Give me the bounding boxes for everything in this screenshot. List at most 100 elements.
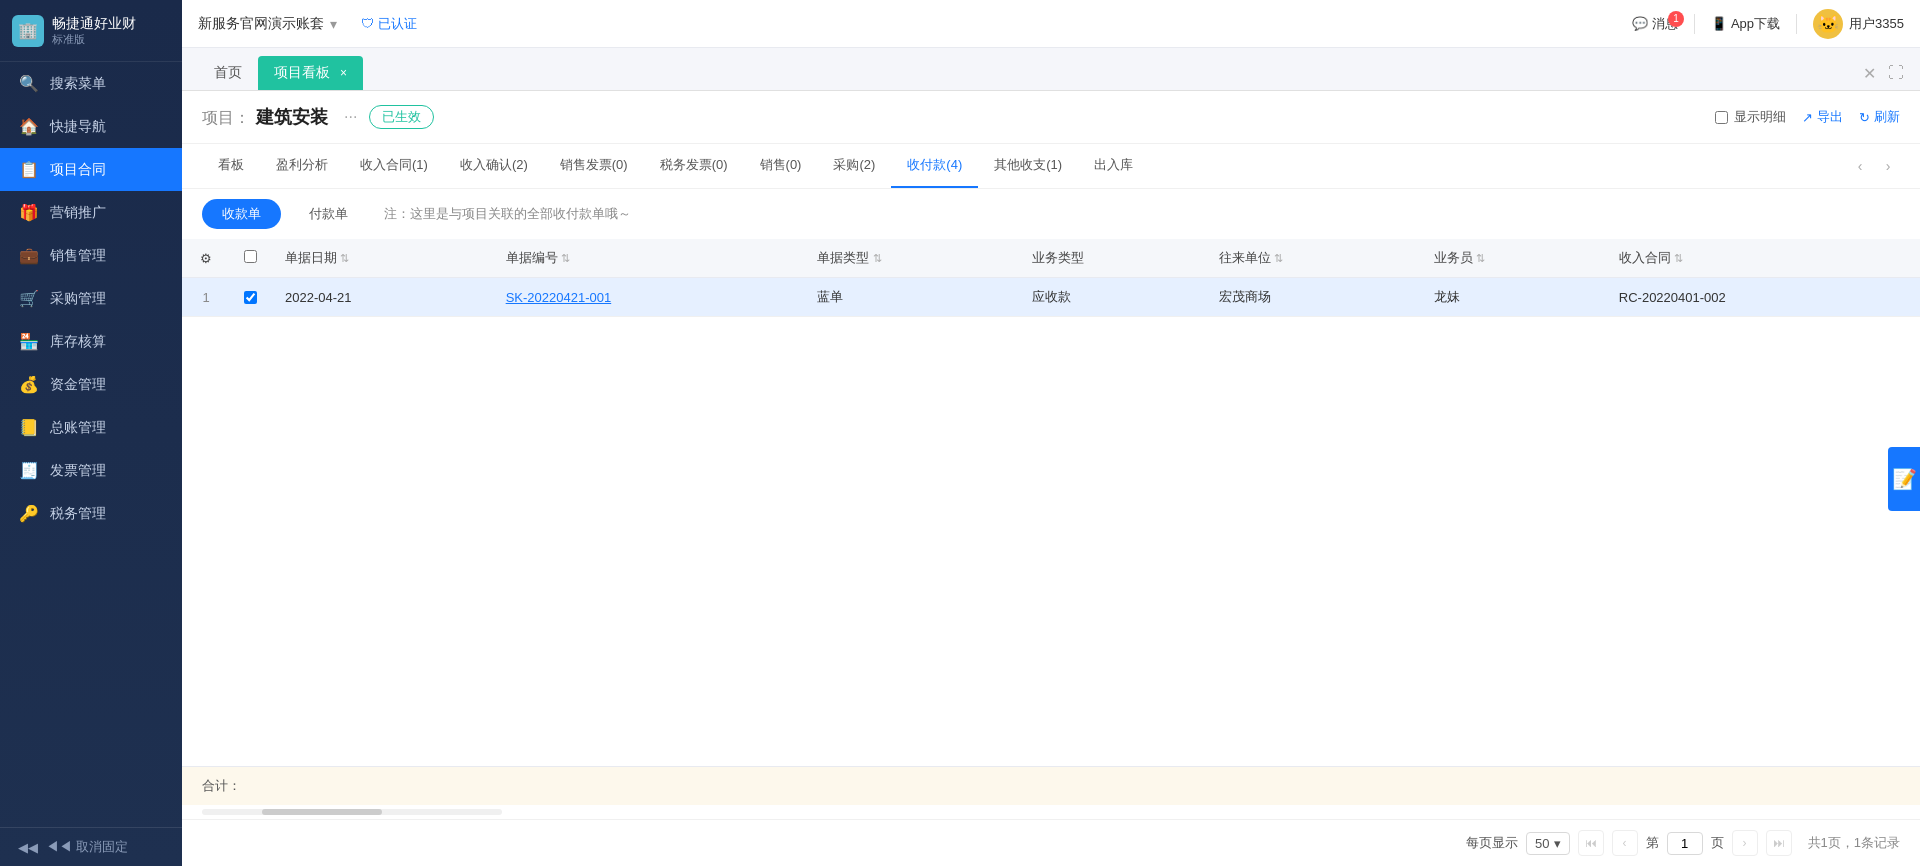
shield-icon: 🛡 xyxy=(361,16,374,31)
inner-tab-note: 注：这里是与项目关联的全部收付款单哦～ xyxy=(384,205,631,223)
row-select-checkbox[interactable] xyxy=(244,291,257,304)
column-partner[interactable]: 往来单位 xyxy=(1205,239,1420,278)
user-label: 用户3355 xyxy=(1849,15,1904,33)
scroll-track xyxy=(202,809,502,815)
column-settings-button[interactable]: ⚙ xyxy=(182,239,230,278)
sidebar-item-purchase-mgmt[interactable]: 🛒 采购管理 xyxy=(0,277,182,320)
sidebar-item-label: 项目合同 xyxy=(50,161,106,179)
column-date[interactable]: 单据日期 xyxy=(271,239,492,278)
sidebar-item-finance[interactable]: 💰 资金管理 xyxy=(0,363,182,406)
last-page-button[interactable]: ⏭ xyxy=(1766,830,1792,856)
row-checkbox-cell[interactable] xyxy=(230,278,271,317)
page-label: 第 xyxy=(1646,834,1659,852)
row-date: 2022-04-21 xyxy=(271,278,492,317)
sidebar-unpin-button[interactable]: ◀◀ ◀◀ 取消固定 xyxy=(0,827,182,866)
sidebar-item-label: 发票管理 xyxy=(50,462,106,480)
per-page-selector[interactable]: 50 ▾ xyxy=(1526,832,1569,855)
chevron-down-icon: ▾ xyxy=(330,16,337,32)
prev-page-button[interactable]: ‹ xyxy=(1612,830,1638,856)
row-number[interactable]: SK-20220421-001 xyxy=(492,278,804,317)
receipt-tab-button[interactable]: 收款单 xyxy=(202,199,281,229)
sub-tab-profit[interactable]: 盈利分析 xyxy=(260,144,344,188)
sub-tab-kanban[interactable]: 看板 xyxy=(202,144,260,188)
cert-label: 已认证 xyxy=(378,15,417,33)
show-detail-checkbox[interactable]: 显示明细 xyxy=(1715,108,1786,126)
sub-tabs: 看板 盈利分析 收入合同(1) 收入确认(2) 销售发票(0) 税务发票(0) … xyxy=(182,144,1920,189)
purchase-icon: 🛒 xyxy=(18,289,40,308)
column-type[interactable]: 单据类型 xyxy=(803,239,1018,278)
topbar: 新服务官网演示账套 ▾ 🛡 已认证 💬 消息 1 📱 App下载 🐱 用 xyxy=(182,0,1920,48)
tax-icon: 🔑 xyxy=(18,504,40,523)
sidebar-logo: 🏢 畅捷通好业财 标准版 xyxy=(0,0,182,62)
sub-tab-prev-button[interactable]: ‹ xyxy=(1848,154,1872,178)
sub-tab-sales-invoice[interactable]: 销售发票(0) xyxy=(544,144,644,188)
row-salesman: 龙妹 xyxy=(1420,278,1605,317)
tab-close-icon[interactable]: × xyxy=(340,66,347,80)
export-button[interactable]: ↗ 导出 xyxy=(1802,108,1843,126)
tab-bar: 首页 项目看板 × ✕ ⛶ xyxy=(182,48,1920,91)
sub-tab-receipt[interactable]: 收付款(4) xyxy=(891,144,978,188)
window-maximize-button[interactable]: ⛶ xyxy=(1888,64,1904,82)
home-tab-label: 首页 xyxy=(214,64,242,80)
account-selector[interactable]: 新服务官网演示账套 ▾ xyxy=(198,15,337,33)
feedback-button[interactable]: 📝 xyxy=(1888,447,1920,511)
sub-tab-other-expense[interactable]: 其他收支(1) xyxy=(978,144,1078,188)
more-options-button[interactable]: ··· xyxy=(344,108,357,126)
sub-tab-stock[interactable]: 出入库 xyxy=(1078,144,1149,188)
payment-tab-button[interactable]: 付款单 xyxy=(289,199,368,229)
sidebar-item-invoice[interactable]: 🧾 发票管理 xyxy=(0,449,182,492)
inner-tab-bar: 收款单 付款单 注：这里是与项目关联的全部收付款单哦～ xyxy=(182,189,1920,239)
page-suffix: 页 xyxy=(1711,834,1724,852)
table-row: 1 2022-04-21 SK-20220421-001 蓝单 xyxy=(182,278,1920,317)
sidebar-item-quick-nav[interactable]: 🏠 快捷导航 xyxy=(0,105,182,148)
sub-tab-income-contract[interactable]: 收入合同(1) xyxy=(344,144,444,188)
sidebar-item-search[interactable]: 🔍 搜索菜单 xyxy=(0,62,182,105)
sidebar-item-ledger[interactable]: 📒 总账管理 xyxy=(0,406,182,449)
per-page-value: 50 xyxy=(1535,836,1549,851)
column-salesman[interactable]: 业务员 xyxy=(1420,239,1605,278)
sidebar-item-label: 采购管理 xyxy=(50,290,106,308)
sidebar-item-label: 营销推广 xyxy=(50,204,106,222)
page-container: 项目：建筑安装 ··· 已生效 显示明细 ↗ 导出 ↻ 刷新 xyxy=(182,91,1920,866)
user-menu[interactable]: 🐱 用户3355 xyxy=(1813,9,1904,39)
message-button[interactable]: 💬 消息 1 xyxy=(1632,15,1678,33)
refresh-button[interactable]: ↻ 刷新 xyxy=(1859,108,1900,126)
next-page-button[interactable]: › xyxy=(1732,830,1758,856)
export-label: 导出 xyxy=(1817,108,1843,126)
window-close-button[interactable]: ✕ xyxy=(1863,64,1876,83)
tab-home[interactable]: 首页 xyxy=(198,56,258,90)
sidebar-item-label: 搜索菜单 xyxy=(50,75,106,93)
sub-tab-income-confirm[interactable]: 收入确认(2) xyxy=(444,144,544,188)
sub-tab-purchase[interactable]: 采购(2) xyxy=(817,144,891,188)
tab-project-board[interactable]: 项目看板 × xyxy=(258,56,363,90)
content-area: 首页 项目看板 × ✕ ⛶ 项目：建筑安装 ··· 已生效 xyxy=(182,48,1920,866)
sidebar-item-sales-mgmt[interactable]: 💼 销售管理 xyxy=(0,234,182,277)
sidebar-item-project-contract[interactable]: 📋 项目合同 xyxy=(0,148,182,191)
home-icon: 🏠 xyxy=(18,117,40,136)
export-icon: ↗ xyxy=(1802,110,1813,125)
horizontal-scroll[interactable] xyxy=(182,805,1920,819)
scroll-thumb[interactable] xyxy=(262,809,382,815)
sidebar-item-tax[interactable]: 🔑 税务管理 xyxy=(0,492,182,535)
column-number[interactable]: 单据编号 xyxy=(492,239,804,278)
sub-tab-next-button[interactable]: › xyxy=(1876,154,1900,178)
page-title: 项目：建筑安装 xyxy=(202,105,328,129)
document-number-link[interactable]: SK-20220421-001 xyxy=(506,290,612,305)
ledger-icon: 📒 xyxy=(18,418,40,437)
project-icon: 📋 xyxy=(18,160,40,179)
table-container: ⚙ 单据日期 单据编号 单据类型 业务类型 往来单位 业务员 收入合同 xyxy=(182,239,1920,766)
sidebar-item-inventory[interactable]: 🏪 库存核算 xyxy=(0,320,182,363)
page-number-input[interactable] xyxy=(1667,832,1703,855)
sidebar-item-marketing[interactable]: 🎁 营销推广 xyxy=(0,191,182,234)
show-detail-input[interactable] xyxy=(1715,111,1728,124)
sub-tab-sales[interactable]: 销售(0) xyxy=(744,144,818,188)
select-all-checkbox[interactable] xyxy=(244,250,257,263)
app-download-button[interactable]: 📱 App下载 xyxy=(1711,15,1780,33)
sub-tab-tax-invoice[interactable]: 税务发票(0) xyxy=(644,144,744,188)
first-page-button[interactable]: ⏮ xyxy=(1578,830,1604,856)
page-header: 项目：建筑安装 ··· 已生效 显示明细 ↗ 导出 ↻ 刷新 xyxy=(182,91,1920,144)
row-type: 蓝单 xyxy=(803,278,1018,317)
column-income-contract[interactable]: 收入合同 xyxy=(1605,239,1920,278)
column-biz-type: 业务类型 xyxy=(1018,239,1205,278)
search-icon: 🔍 xyxy=(18,74,40,93)
